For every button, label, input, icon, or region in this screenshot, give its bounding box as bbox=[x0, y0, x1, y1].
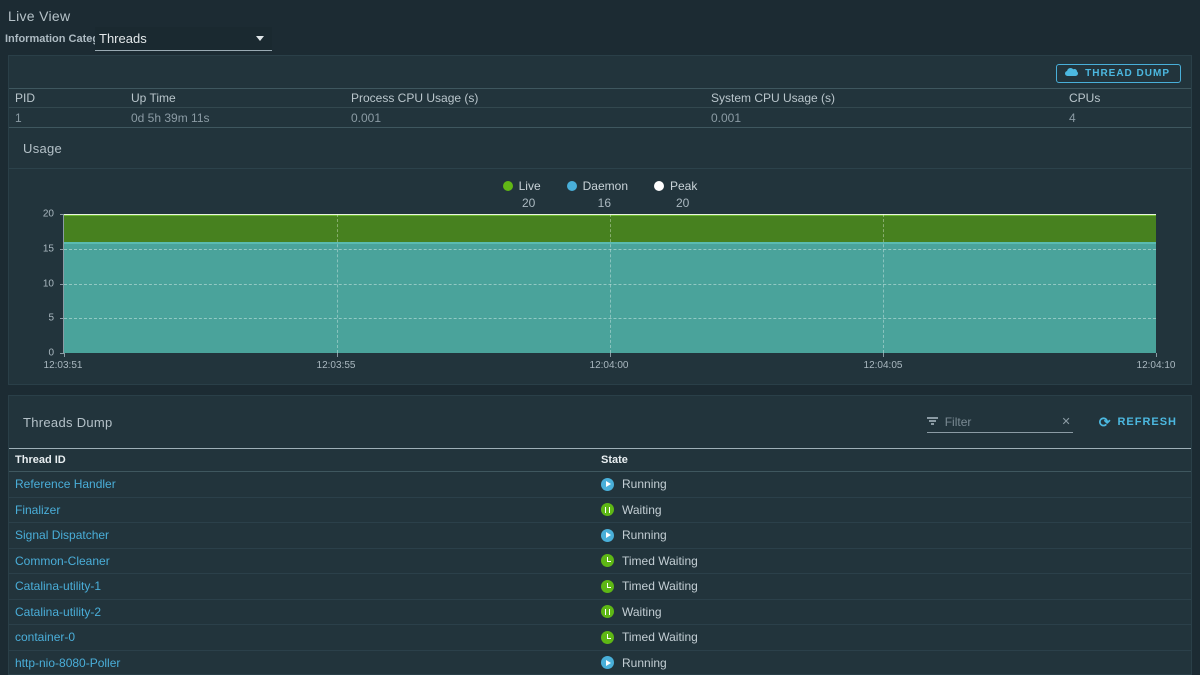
legend-value-live: 20 bbox=[521, 196, 536, 210]
waiting-state-icon bbox=[601, 503, 614, 517]
table-row: Common-Cleaner Timed Waiting bbox=[9, 549, 1191, 574]
chart-legend: Live 20 Daemon 16 Peak 20 bbox=[9, 179, 1191, 210]
usage-chart: 20 15 10 5 0 12:03:51 12:03:55 12:04:00 … bbox=[9, 209, 1193, 384]
state-label: Running bbox=[622, 528, 667, 543]
state-label: Waiting bbox=[622, 604, 662, 619]
table-row: Catalina-utility-2 Waiting bbox=[9, 600, 1191, 625]
thread-id-link[interactable]: Finalizer bbox=[15, 503, 60, 517]
cell-pid: 1 bbox=[15, 110, 22, 125]
daemon-dot-icon bbox=[566, 181, 577, 191]
usage-section-header: Usage bbox=[9, 128, 1191, 169]
thread-id-link[interactable]: Signal Dispatcher bbox=[15, 528, 109, 542]
y-tick-label: 20 bbox=[42, 208, 54, 220]
table-row: Catalina-utility-1 Timed Waiting bbox=[9, 574, 1191, 600]
table-row: Signal Dispatcher Running bbox=[9, 523, 1191, 549]
threads-dump-header: Threads Dump ✕ ⟳ REFRESH bbox=[9, 396, 1191, 448]
filter-icon bbox=[926, 417, 938, 426]
timed-waiting-state-icon bbox=[601, 554, 614, 568]
col-system-cpu: System CPU Usage (s) bbox=[711, 91, 836, 105]
col-state: State bbox=[601, 454, 628, 466]
state-label: Running bbox=[622, 477, 667, 492]
state-label: Waiting bbox=[622, 502, 662, 517]
legend-item-peak[interactable]: Peak 20 bbox=[654, 179, 697, 210]
threads-table-header: Thread ID State bbox=[9, 448, 1191, 472]
legend-item-daemon[interactable]: Daemon 16 bbox=[566, 179, 628, 210]
gridline-v bbox=[337, 214, 338, 353]
gridline-v bbox=[610, 214, 611, 353]
y-tick-label: 5 bbox=[48, 312, 54, 324]
legend-value-peak: 20 bbox=[676, 196, 690, 210]
legend-label-daemon: Daemon bbox=[582, 179, 628, 193]
thread-dump-button-label: THREAD DUMP bbox=[1085, 68, 1170, 79]
information-category-value: Threads bbox=[99, 31, 147, 46]
refresh-icon: ⟳ bbox=[1098, 414, 1111, 430]
x-tick-label: 12:03:51 bbox=[43, 360, 83, 371]
state-label: Running bbox=[622, 655, 667, 670]
table-row: Finalizer Waiting bbox=[9, 498, 1191, 523]
refresh-button-label: REFRESH bbox=[1117, 416, 1177, 428]
legend-item-live[interactable]: Live 20 bbox=[502, 179, 541, 210]
threads-table-body: Reference Handler Running Finalizer Wait… bbox=[9, 472, 1191, 675]
legend-value-daemon: 16 bbox=[597, 196, 611, 210]
running-state-icon bbox=[601, 656, 614, 670]
process-toolbar: THREAD DUMP bbox=[9, 56, 1191, 88]
col-cpus: CPUs bbox=[1069, 91, 1101, 105]
information-category-select[interactable]: Threads bbox=[95, 27, 272, 51]
table-row: container-0 Timed Waiting bbox=[9, 625, 1191, 651]
x-tick-label: 12:03:55 bbox=[316, 360, 356, 371]
col-pid: PID bbox=[15, 91, 36, 105]
threads-dump-title: Threads Dump bbox=[23, 414, 113, 430]
running-state-icon bbox=[601, 477, 614, 491]
timed-waiting-state-icon bbox=[601, 579, 614, 593]
col-process-cpu: Process CPU Usage (s) bbox=[351, 91, 479, 105]
waiting-state-icon bbox=[601, 605, 614, 619]
legend-label-peak: Peak bbox=[670, 179, 698, 193]
state-label: Timed Waiting bbox=[622, 630, 698, 645]
x-tick-label: 12:04:10 bbox=[1136, 360, 1176, 371]
usage-title: Usage bbox=[23, 140, 63, 156]
cell-system-cpu: 0.001 bbox=[711, 110, 742, 125]
y-tick-label: 0 bbox=[48, 347, 54, 359]
running-state-icon bbox=[601, 528, 614, 542]
col-uptime: Up Time bbox=[131, 91, 176, 105]
cell-process-cpu: 0.001 bbox=[351, 110, 382, 125]
filter-input[interactable] bbox=[944, 414, 1060, 429]
table-row: http-nio-8080-Poller Running bbox=[9, 651, 1191, 675]
filter-box: ✕ bbox=[926, 411, 1073, 433]
topbar: Live View Information Category Threads bbox=[0, 0, 1200, 55]
cell-cpus: 4 bbox=[1069, 110, 1076, 125]
peak-dot-icon bbox=[654, 181, 664, 191]
chevron-down-icon bbox=[256, 36, 264, 41]
chart-plot-area bbox=[60, 214, 1157, 357]
thread-id-link[interactable]: Catalina-utility-1 bbox=[15, 579, 101, 593]
thread-id-link[interactable]: Reference Handler bbox=[15, 477, 116, 491]
y-tick-label: 15 bbox=[42, 243, 54, 255]
gridline-v bbox=[883, 214, 884, 353]
clear-filter-icon[interactable]: ✕ bbox=[1059, 415, 1072, 428]
process-panel: THREAD DUMP PID Up Time Process CPU Usag… bbox=[8, 55, 1192, 385]
cloud-download-icon bbox=[1065, 68, 1079, 76]
legend-label-live: Live bbox=[518, 179, 541, 193]
timed-waiting-state-icon bbox=[601, 630, 614, 644]
thread-id-link[interactable]: http-nio-8080-Poller bbox=[15, 656, 120, 670]
refresh-button[interactable]: ⟳ REFRESH bbox=[1099, 415, 1177, 429]
cell-uptime: 0d 5h 39m 11s bbox=[131, 110, 210, 125]
process-table: PID Up Time Process CPU Usage (s) System… bbox=[9, 88, 1191, 128]
state-label: Timed Waiting bbox=[622, 553, 698, 568]
table-row: Reference Handler Running bbox=[9, 472, 1191, 498]
state-label: Timed Waiting bbox=[622, 579, 698, 594]
process-table-row: 1 0d 5h 39m 11s 0.001 0.001 4 bbox=[9, 108, 1191, 128]
x-tick-label: 12:04:00 bbox=[589, 360, 629, 371]
threads-dump-panel: Threads Dump ✕ ⟳ REFRESH Thread ID State… bbox=[8, 395, 1192, 675]
y-tick-label: 10 bbox=[42, 278, 54, 290]
thread-id-link[interactable]: container-0 bbox=[15, 630, 75, 644]
page-title: Live View bbox=[8, 8, 71, 24]
col-thread-id: Thread ID bbox=[15, 454, 66, 466]
thread-dump-button[interactable]: THREAD DUMP bbox=[1056, 64, 1181, 83]
x-tick-label: 12:04:05 bbox=[863, 360, 903, 371]
thread-id-link[interactable]: Catalina-utility-2 bbox=[15, 605, 101, 619]
thread-id-link[interactable]: Common-Cleaner bbox=[15, 554, 110, 568]
process-table-header: PID Up Time Process CPU Usage (s) System… bbox=[9, 88, 1191, 108]
live-dot-icon bbox=[502, 181, 513, 191]
